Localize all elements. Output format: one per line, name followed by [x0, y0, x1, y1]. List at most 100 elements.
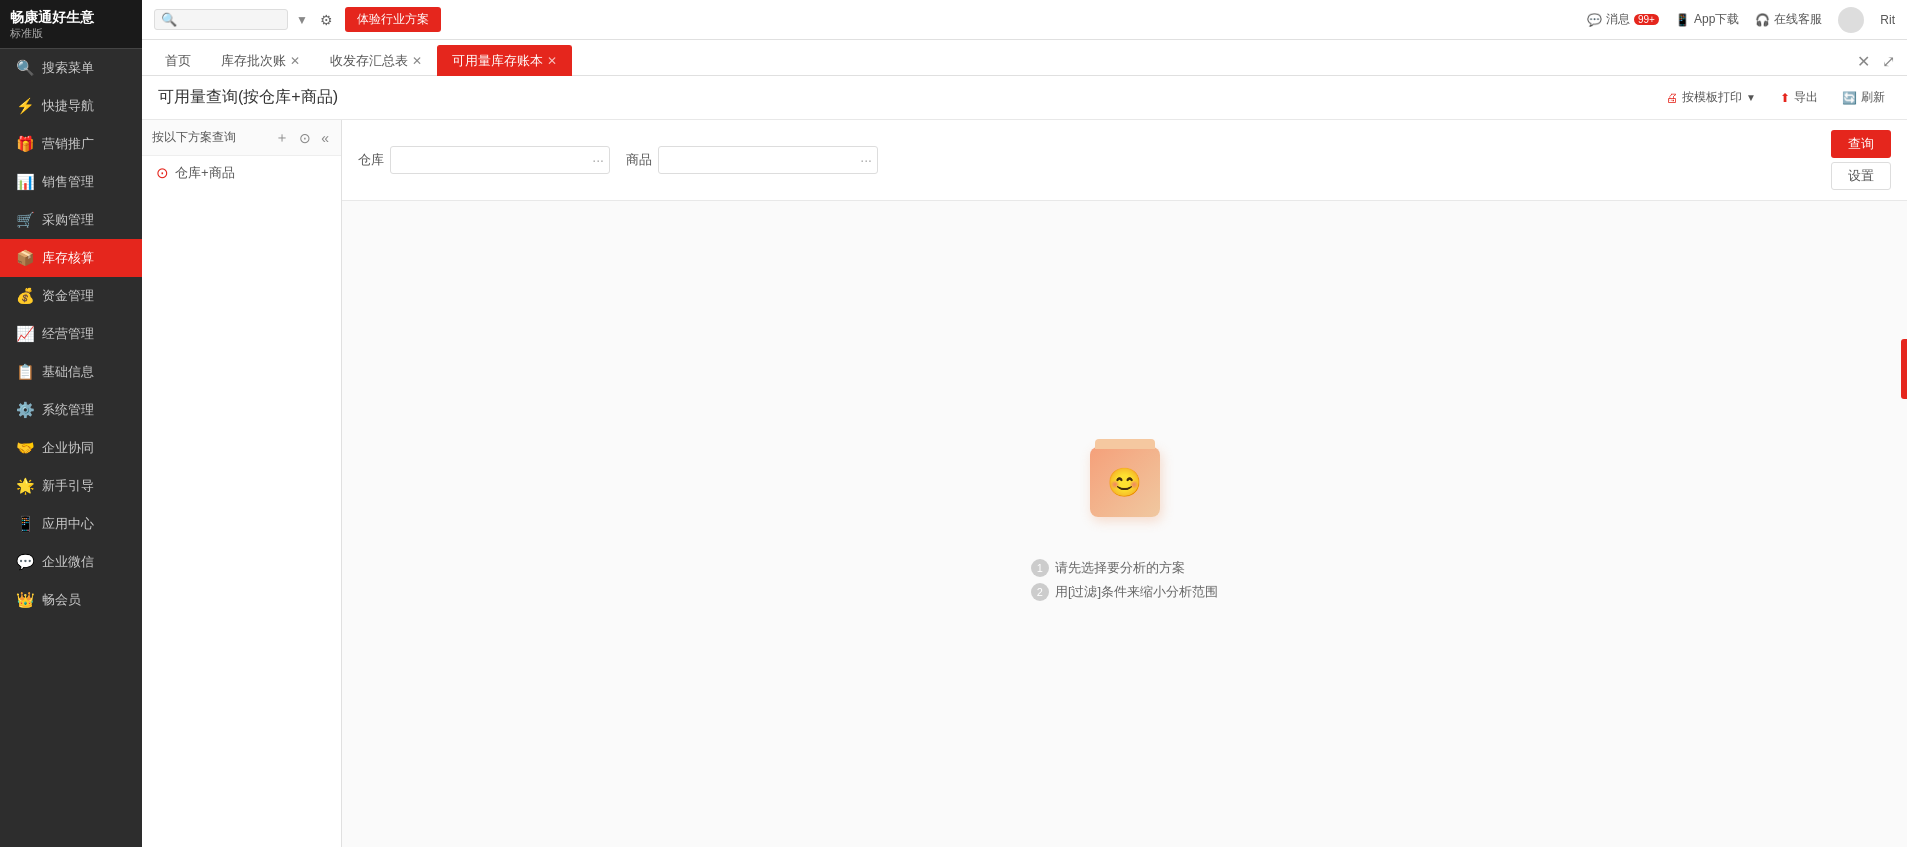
filter-panel-title: 按以下方案查询 — [152, 129, 267, 146]
sidebar-item-enterprise[interactable]: 🤝 企业协同 — [0, 429, 142, 467]
app-icon: 📱 — [1675, 13, 1690, 27]
sidebar-item-shortcut[interactable]: ⚡ 快捷导航 — [0, 87, 142, 125]
messages-item[interactable]: 💬 消息 99+ — [1587, 11, 1659, 28]
query-actions: 查询 设置 — [1831, 130, 1891, 190]
query-fields: 仓库 ··· 商品 ··· 查询 设置 — [342, 120, 1907, 201]
sidebar-item-label: 搜索菜单 — [42, 59, 94, 77]
right-scroll-handle[interactable] — [1901, 339, 1907, 399]
sidebar-item-apps[interactable]: 📱 应用中心 — [0, 505, 142, 543]
tab-batch[interactable]: 库存批次账 ✕ — [206, 45, 315, 76]
sidebar-nav: 🔍 搜索菜单 ⚡ 快捷导航 🎁 营销推广 📊 销售管理 🛒 采购管理 📦 库存核… — [0, 49, 142, 847]
newbie-icon: 🌟 — [16, 477, 34, 495]
marketing-icon: 🎁 — [16, 135, 34, 153]
topbar-search-input[interactable] — [181, 13, 281, 27]
sidebar-item-label: 系统管理 — [42, 401, 94, 419]
sidebar-item-member[interactable]: 👑 畅会员 — [0, 581, 142, 619]
sidebar-item-label: 基础信息 — [42, 363, 94, 381]
print-label: 按模板打印 — [1682, 89, 1742, 106]
close-all-tabs-button[interactable]: ✕ — [1849, 48, 1878, 75]
settings-scheme-button[interactable]: ⊙ — [297, 128, 313, 148]
warehouse-goods-icon: ⊙ — [156, 164, 169, 182]
sidebar-item-inventory[interactable]: 📦 库存核算 — [0, 239, 142, 277]
chevron-down-icon: ▼ — [1746, 92, 1756, 103]
sidebar-item-label: 库存核算 — [42, 249, 94, 267]
tab-summary-close[interactable]: ✕ — [412, 55, 422, 67]
sidebar-item-sales[interactable]: 📊 销售管理 — [0, 163, 142, 201]
refresh-button[interactable]: 🔄 刷新 — [1836, 85, 1891, 110]
app-name: 畅康通好生意 — [10, 8, 132, 26]
filter-item-warehouse-goods[interactable]: ⊙ 仓库+商品 — [142, 156, 341, 190]
shortcut-icon: ⚡ — [16, 97, 34, 115]
settings-icon[interactable]: ⚙ — [316, 8, 337, 32]
goods-input-wrap: ··· — [658, 146, 878, 174]
sidebar-item-system[interactable]: ⚙️ 系统管理 — [0, 391, 142, 429]
query-button[interactable]: 查询 — [1831, 130, 1891, 158]
warehouse-field-group: 仓库 ··· — [358, 146, 610, 174]
headset-icon: 🎧 — [1755, 13, 1770, 27]
print-button[interactable]: 🖨 按模板打印 ▼ — [1660, 85, 1762, 110]
sidebar-item-marketing[interactable]: 🎁 营销推广 — [0, 125, 142, 163]
app-download-item[interactable]: 📱 App下载 — [1675, 11, 1739, 28]
settings-button[interactable]: 设置 — [1831, 162, 1891, 190]
sidebar-item-label: 采购管理 — [42, 211, 94, 229]
empty-state: 😊 1 请先选择要分析的方案 2 用[过滤]条件来缩小分析范围 — [342, 201, 1907, 847]
wechat-icon: 💬 — [16, 553, 34, 571]
close-icon: ✕ — [1857, 52, 1870, 71]
sidebar-item-finance[interactable]: 💰 资金管理 — [0, 277, 142, 315]
page-title: 可用量查询(按仓库+商品) — [158, 87, 1660, 108]
online-service-item[interactable]: 🎧 在线客服 — [1755, 11, 1822, 28]
empty-face-icon: 😊 — [1107, 466, 1142, 499]
sidebar-item-label: 经营管理 — [42, 325, 94, 343]
page-actions: 🖨 按模板打印 ▼ ⬆ 导出 🔄 刷新 — [1660, 85, 1891, 110]
export-label: 导出 — [1794, 89, 1818, 106]
topbar: 🔍 ▼ ⚙ 体验行业方案 💬 消息 99+ 📱 App下载 🎧 在线客服 Rit — [142, 0, 1907, 40]
warehouse-input-wrap: ··· — [390, 146, 610, 174]
topbar-search-wrap[interactable]: 🔍 — [154, 9, 288, 30]
messages-label: 消息 — [1606, 11, 1630, 28]
page-header: 可用量查询(按仓库+商品) 🖨 按模板打印 ▼ ⬆ 导出 🔄 刷新 — [142, 76, 1907, 120]
sidebar-item-label: 企业协同 — [42, 439, 94, 457]
query-area: 仓库 ··· 商品 ··· 查询 设置 — [342, 120, 1907, 847]
resize-button[interactable]: ⤢ — [1878, 48, 1899, 75]
service-label: 在线客服 — [1774, 11, 1822, 28]
tab-available-close[interactable]: ✕ — [547, 55, 557, 67]
empty-box-graphic: 😊 — [1090, 447, 1160, 517]
sidebar-item-purchase[interactable]: 🛒 采购管理 — [0, 201, 142, 239]
tab-summary[interactable]: 收发存汇总表 ✕ — [315, 45, 437, 76]
search-icon: 🔍 — [16, 59, 34, 77]
sidebar-item-basic[interactable]: 📋 基础信息 — [0, 353, 142, 391]
tab-home-label: 首页 — [165, 52, 191, 70]
goods-input[interactable] — [658, 146, 878, 174]
search-icon: 🔍 — [161, 12, 177, 27]
empty-tips: 1 请先选择要分析的方案 2 用[过滤]条件来缩小分析范围 — [1031, 559, 1218, 601]
export-icon: ⬆ — [1780, 91, 1790, 105]
warehouse-dots-button[interactable]: ··· — [592, 152, 604, 168]
member-icon: 👑 — [16, 591, 34, 609]
collapse-panel-button[interactable]: « — [319, 128, 331, 148]
goods-dots-button[interactable]: ··· — [860, 152, 872, 168]
tab-available[interactable]: 可用量库存账本 ✕ — [437, 45, 572, 76]
tip-number-1: 1 — [1031, 559, 1049, 577]
add-scheme-button[interactable]: ＋ — [273, 127, 291, 149]
sidebar-item-wechat[interactable]: 💬 企业微信 — [0, 543, 142, 581]
tab-batch-close[interactable]: ✕ — [290, 55, 300, 67]
sidebar-item-operations[interactable]: 📈 经营管理 — [0, 315, 142, 353]
sidebar-item-newbie[interactable]: 🌟 新手引导 — [0, 467, 142, 505]
goods-label: 商品 — [626, 151, 652, 169]
empty-tip-1: 1 请先选择要分析的方案 — [1031, 559, 1218, 577]
warehouse-input[interactable] — [390, 146, 610, 174]
filter-item-label: 仓库+商品 — [175, 164, 235, 182]
tab-summary-label: 收发存汇总表 — [330, 52, 408, 70]
export-button[interactable]: ⬆ 导出 — [1774, 85, 1824, 110]
enterprise-icon: 🤝 — [16, 439, 34, 457]
tab-home[interactable]: 首页 — [150, 45, 206, 76]
trial-button[interactable]: 体验行业方案 — [345, 7, 441, 32]
content-area: 按以下方案查询 ＋ ⊙ « ⊙ 仓库+商品 仓库 ··· — [142, 120, 1907, 847]
filter-panel: 按以下方案查询 ＋ ⊙ « ⊙ 仓库+商品 — [142, 120, 342, 847]
expand-icon: ⤢ — [1882, 52, 1895, 71]
topbar-right: 💬 消息 99+ 📱 App下载 🎧 在线客服 Rit — [1587, 7, 1895, 33]
username-label: Rit — [1880, 13, 1895, 27]
chevron-down-icon[interactable]: ▼ — [296, 13, 308, 27]
user-avatar[interactable] — [1838, 7, 1864, 33]
sidebar-item-search[interactable]: 🔍 搜索菜单 — [0, 49, 142, 87]
